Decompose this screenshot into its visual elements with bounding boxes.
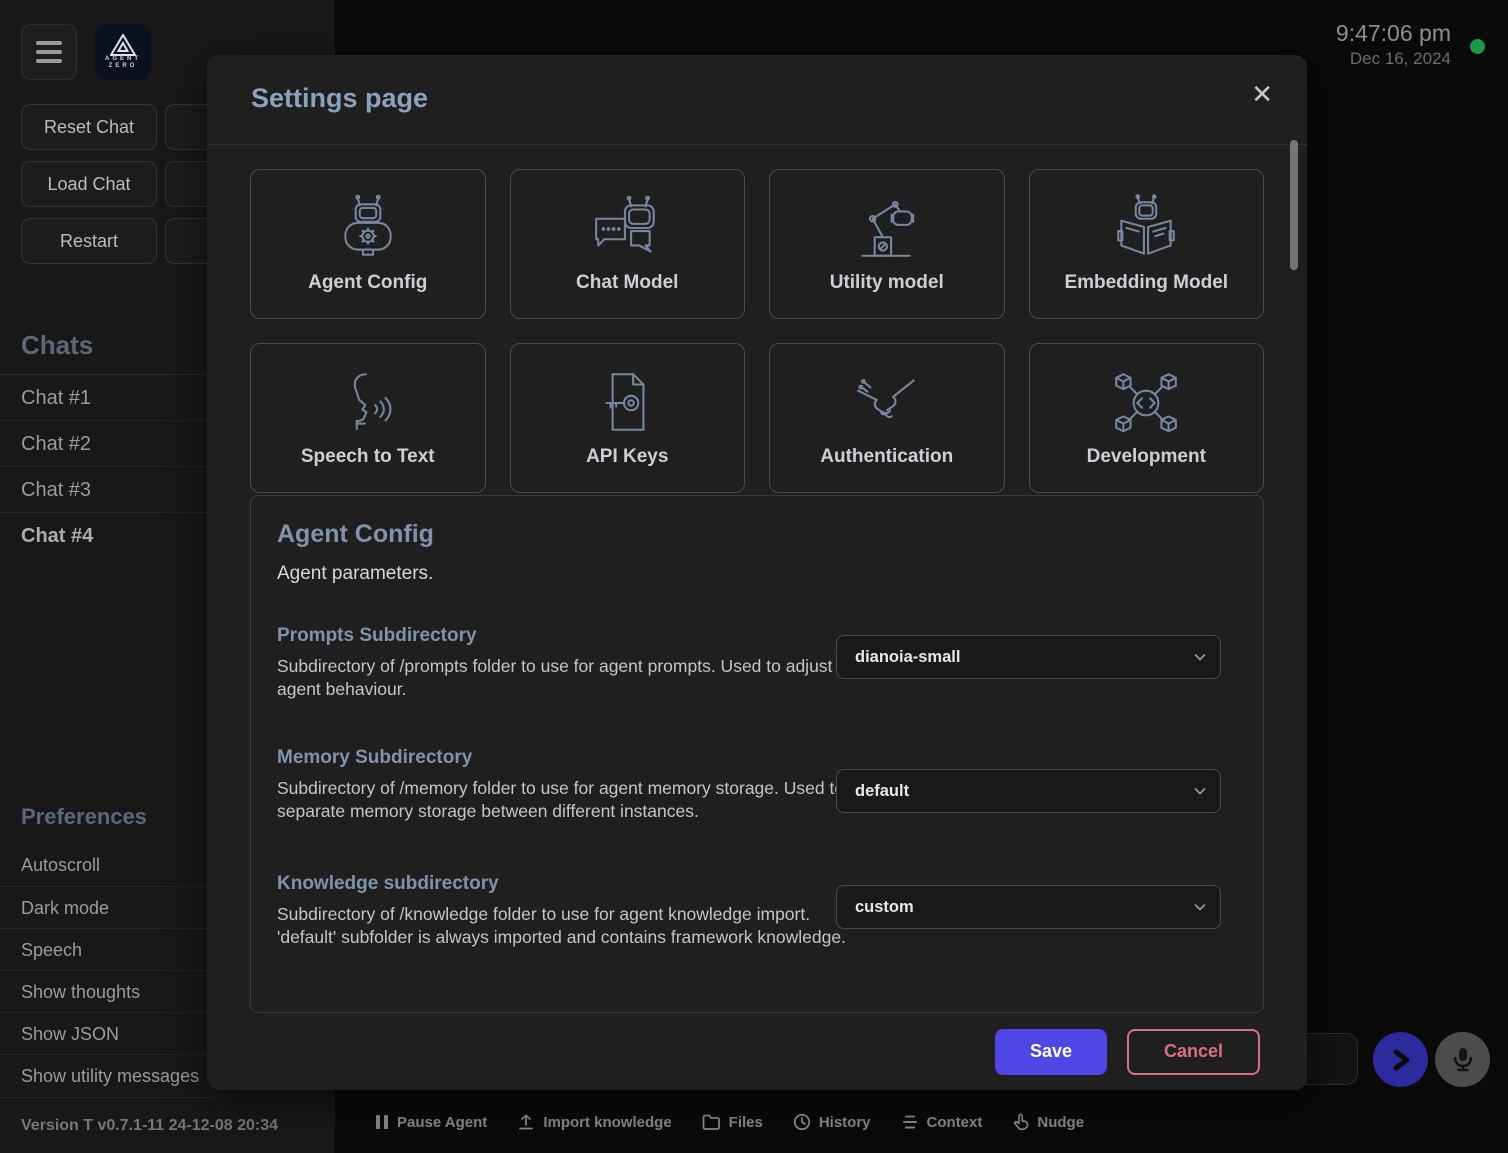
send-arrow-icon: [1388, 1047, 1414, 1073]
tile-speech-to-text[interactable]: Speech to Text: [250, 343, 486, 493]
preferences-heading: Preferences: [21, 804, 147, 830]
chevron-down-icon: [1194, 787, 1206, 795]
tile-api-keys[interactable]: API Keys: [510, 343, 746, 493]
memory-subdirectory-select[interactable]: default: [836, 769, 1221, 813]
field-knowledge-subdirectory: Knowledge subdirectory Subdirectory of /…: [277, 873, 1237, 949]
chat-robot-icon: [590, 194, 664, 264]
chats-heading: Chats: [21, 330, 93, 361]
chevron-down-icon: [1194, 903, 1206, 911]
modal-title: Settings page: [251, 83, 428, 114]
close-icon[interactable]: ✕: [1251, 81, 1273, 107]
agent-config-section: Agent Config Agent parameters. Prompts S…: [250, 495, 1264, 1013]
field-prompts-subdirectory: Prompts Subdirectory Subdirectory of /pr…: [277, 625, 1237, 701]
knowledge-subdirectory-select[interactable]: custom: [836, 885, 1221, 929]
bottom-toolbar: Pause Agent Import knowledge Files Histo…: [375, 1097, 1084, 1147]
load-chat-button[interactable]: Load Chat: [21, 161, 157, 207]
restart-button[interactable]: Restart: [21, 218, 157, 264]
settings-tiles: Agent Config Chat Model Utilit: [250, 169, 1264, 493]
connection-status-dot: [1470, 39, 1485, 54]
folder-icon: [702, 1114, 721, 1130]
tile-label: Chat Model: [576, 272, 678, 294]
section-title: Agent Config: [277, 520, 1237, 549]
tile-label: Authentication: [820, 446, 953, 468]
tile-label: Embedding Model: [1064, 272, 1228, 294]
microphone-button[interactable]: [1435, 1032, 1490, 1087]
key-document-icon: [590, 368, 664, 438]
select-value: default: [855, 782, 909, 801]
version-text: Version T v0.7.1-11 24-12-08 20:34: [0, 1097, 335, 1153]
modal-footer: Save Cancel: [207, 1013, 1307, 1090]
tile-agent-config[interactable]: Agent Config: [250, 169, 486, 319]
code-cubes-icon: [1109, 368, 1183, 438]
tile-label: Agent Config: [308, 272, 427, 294]
robot-arm-icon: [850, 194, 924, 264]
robot-gear-icon: [331, 194, 405, 264]
clock: 9:47:06 pm Dec 16, 2024: [1336, 20, 1451, 69]
handshake-icon: [850, 368, 924, 438]
reset-chat-button[interactable]: Reset Chat: [21, 104, 157, 150]
section-subtitle: Agent parameters.: [277, 563, 1237, 585]
field-description: Subdirectory of /prompts folder to use f…: [277, 655, 852, 701]
import-knowledge-button[interactable]: Import knowledge: [517, 1113, 671, 1131]
logo-text-line1: AGENT: [105, 56, 141, 63]
files-button[interactable]: Files: [702, 1114, 763, 1131]
field-memory-subdirectory: Memory Subdirectory Subdirectory of /mem…: [277, 747, 1237, 823]
modal-header: Settings page ✕: [207, 55, 1307, 145]
save-button[interactable]: Save: [995, 1029, 1107, 1075]
field-description: Subdirectory of /memory folder to use fo…: [277, 777, 852, 823]
tile-label: Utility model: [830, 272, 944, 294]
history-button[interactable]: History: [793, 1113, 871, 1131]
nudge-button[interactable]: Nudge: [1012, 1113, 1084, 1131]
clock-time: 9:47:06 pm: [1336, 20, 1451, 47]
prompts-subdirectory-select[interactable]: dianoia-small: [836, 635, 1221, 679]
speaking-face-icon: [331, 368, 405, 438]
tile-label: API Keys: [586, 446, 668, 468]
settings-modal: Settings page ✕ Agent Config Chat: [207, 55, 1307, 1090]
menu-toggle-button[interactable]: [21, 24, 77, 80]
triangle-logo-icon: [110, 34, 136, 56]
tile-label: Speech to Text: [301, 446, 435, 468]
pointing-hand-icon: [1012, 1113, 1029, 1131]
context-lines-icon: [901, 1114, 919, 1130]
context-button[interactable]: Context: [901, 1114, 983, 1131]
pause-icon: [375, 1114, 389, 1130]
tile-label: Development: [1087, 446, 1206, 468]
tile-chat-model[interactable]: Chat Model: [510, 169, 746, 319]
pause-agent-button[interactable]: Pause Agent: [375, 1114, 487, 1131]
send-button[interactable]: [1373, 1032, 1428, 1087]
cancel-button[interactable]: Cancel: [1127, 1029, 1260, 1075]
robot-book-icon: [1109, 194, 1183, 264]
history-clock-icon: [793, 1113, 811, 1131]
chevron-down-icon: [1194, 653, 1206, 661]
tile-authentication[interactable]: Authentication: [769, 343, 1005, 493]
select-value: custom: [855, 898, 914, 917]
tile-utility-model[interactable]: Utility model: [769, 169, 1005, 319]
select-value: dianoia-small: [855, 648, 960, 667]
field-label: Memory Subdirectory: [277, 747, 1237, 769]
agent-zero-logo: AGENT ZERO: [95, 24, 151, 80]
logo-text-line2: ZERO: [109, 63, 138, 70]
upload-icon: [517, 1113, 535, 1131]
tile-embedding-model[interactable]: Embedding Model: [1029, 169, 1265, 319]
tile-development[interactable]: Development: [1029, 343, 1265, 493]
hamburger-icon: [36, 41, 62, 45]
clock-date: Dec 16, 2024: [1336, 49, 1451, 69]
field-description: Subdirectory of /knowledge folder to use…: [277, 903, 852, 949]
microphone-icon: [1450, 1046, 1476, 1074]
modal-scrollbar[interactable]: [1290, 140, 1298, 270]
